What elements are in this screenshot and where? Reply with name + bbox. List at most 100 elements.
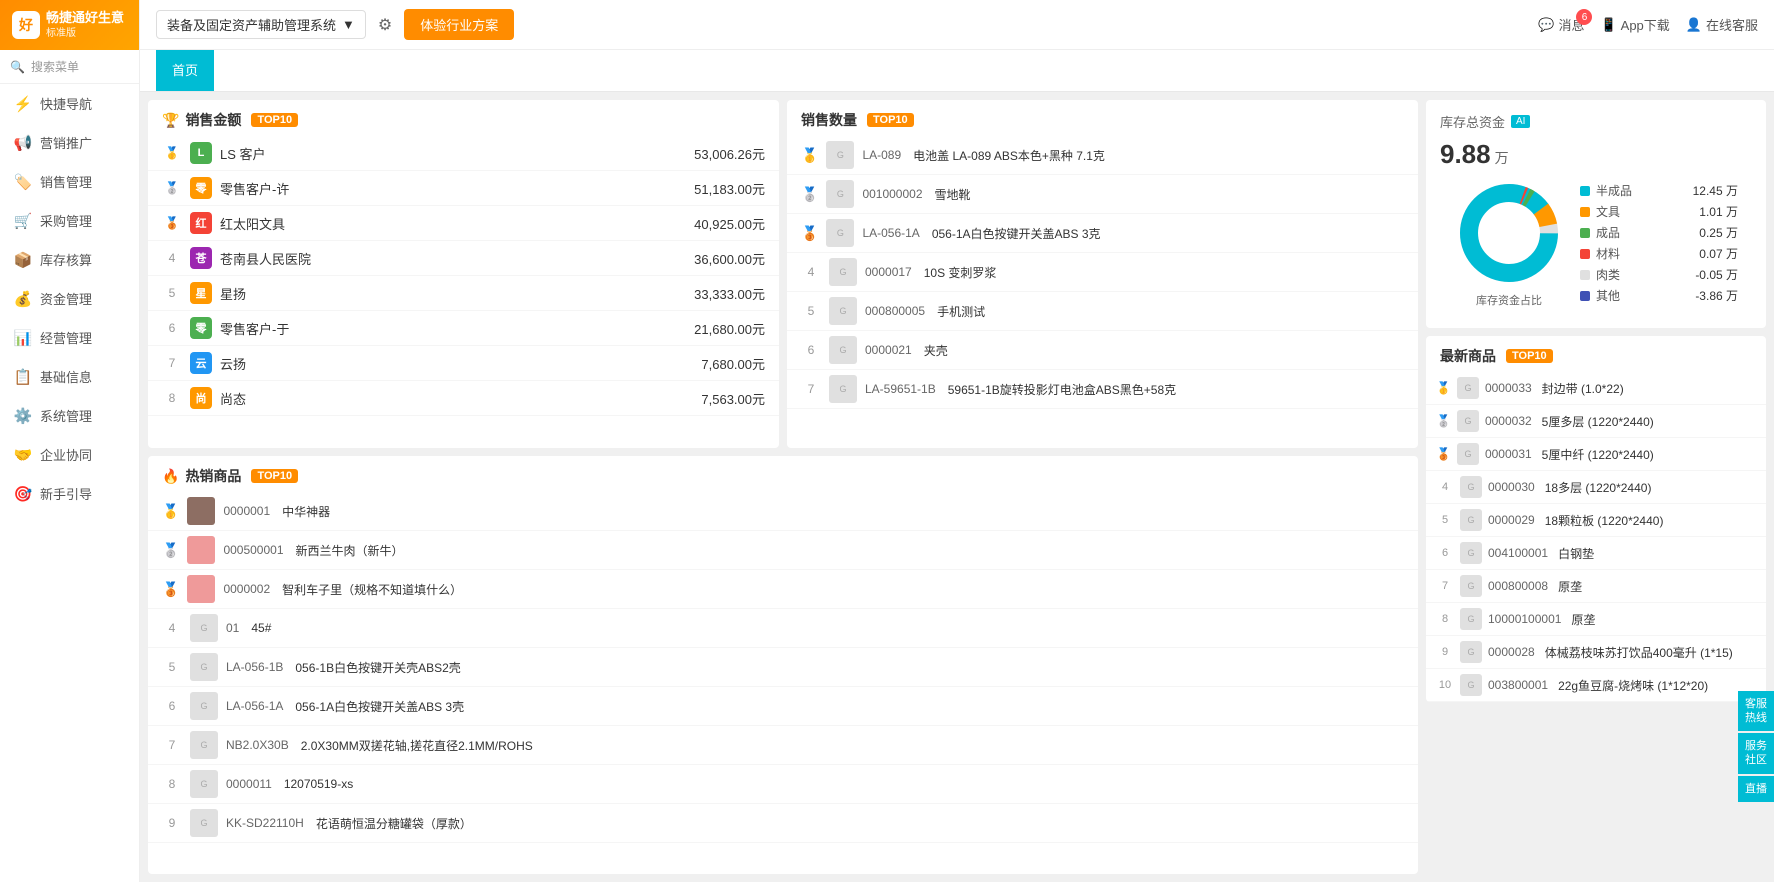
sales-ranking-row: 6 零 零售客户-于 21,680.00元 [148,311,779,346]
rank-number: 4 [1436,481,1454,493]
system-icon: ⚙️ [14,407,32,425]
legend-item: 其他 -3.86 万 [1580,287,1738,304]
hot-products-badge: TOP10 [251,469,298,483]
search-menu-item[interactable]: 🔍 搜索菜单 [0,50,139,84]
sidebar-item-label: 基础信息 [40,367,92,386]
sidebar-item-label: 营销推广 [40,133,92,152]
sales-ranking-row: 5 星 星扬 33,333.00元 [148,276,779,311]
legend-value: 0.07 万 [1699,245,1738,262]
sidebar-item-shortcut[interactable]: ⚡ 快捷导航 [0,84,139,123]
product-code: NB2.0X30B [226,738,289,752]
hot-product-row: 8 G 0000011 12070519-xs [148,765,1418,804]
sidebar-item-label: 企业协同 [40,445,92,464]
legend-name: 肉类 [1596,266,1689,283]
product-code: 000800008 [1488,579,1548,593]
rank-number: 5 [162,660,182,674]
legend-item: 半成品 12.45 万 [1580,182,1738,199]
img-placeholder: G [839,306,846,316]
product-name: 18颗粒板 (1220*2440) [1545,512,1664,529]
online-service-button[interactable]: 👤 在线客服 [1686,15,1758,34]
top-sold-row: 5 G 000800005 手机测试 [787,292,1418,331]
inventory-card: 库存总资金 AI 9.88 万 [1426,100,1766,328]
rank-number: 7 [801,382,821,396]
rank-number: 4 [162,621,182,635]
sidebar-item-basicinfo[interactable]: 📋 基础信息 [0,357,139,396]
legend-name: 文具 [1596,203,1693,220]
sidebar-item-system[interactable]: ⚙️ 系统管理 [0,396,139,435]
product-code: 000500001 [223,543,283,557]
hot-product-row: 🥇 0000001 中华神器 [148,492,1418,531]
product-img: G [829,375,857,403]
product-img: G [1460,509,1482,531]
rank-amount: 21,680.00元 [694,319,765,338]
inventory-amount: 9.88 万 [1440,139,1752,170]
sidebar-item-label: 资金管理 [40,289,92,308]
mobile-icon: 📱 [1600,17,1616,33]
message-badge: 6 [1576,9,1592,25]
sidebar-item-guide[interactable]: 🎯 新手引导 [0,474,139,513]
inventory-amount-value: 9.88 [1440,139,1491,170]
app-download-button[interactable]: 📱 App下载 [1600,15,1669,34]
sales-icon: 🏷️ [14,173,32,191]
product-img: G [829,258,857,286]
hot-products-header: 🔥 热销商品 TOP10 [148,456,1418,492]
top-sold-row: 7 G LA-59651-1B 59651-1B旋转投影灯电池盒ABS黑色+58… [787,370,1418,409]
sidebar-item-label: 库存核算 [40,250,92,269]
product-code: 0000017 [865,265,912,279]
sidebar-item-label: 快捷导航 [40,94,92,113]
product-code: 0000032 [1485,414,1532,428]
product-code: 0000030 [1488,480,1535,494]
sidebar-item-marketing[interactable]: 📢 营销推广 [0,123,139,162]
sidebar-item-finance[interactable]: 💰 资金管理 [0,279,139,318]
product-name: 056-1B白色按键开关壳ABS2壳 [295,659,1404,676]
rank-avatar: 苍 [190,247,212,269]
inventory-legend: 半成品 12.45 万 文具 1.01 万 成品 0.25 万 材料 0.07 … [1580,182,1738,304]
sidebar-item-cooperation[interactable]: 🤝 企业协同 [0,435,139,474]
product-img [187,497,215,525]
product-name: 夹壳 [924,342,1404,359]
customer-service-label: 客服热线 [1742,697,1770,726]
messages-button[interactable]: 💬 消息 6 [1538,15,1584,34]
tab-home[interactable]: 首页 [156,50,214,91]
sidebar-nav: ⚡ 快捷导航 📢 营销推广 🏷️ 销售管理 🛒 采购管理 📦 库存核算 💰 资金… [0,84,139,882]
rank-medal: 🥈 [162,542,179,559]
product-img: G [1457,377,1479,399]
sidebar-item-operations[interactable]: 📊 经营管理 [0,318,139,357]
top-sold-card: 销售数量 TOP10 🥇 G LA-089 电池盖 LA-089 ABS本色+黑… [787,100,1418,448]
trial-button[interactable]: 体验行业方案 [404,9,514,40]
rank-avatar: 红 [190,212,212,234]
product-name: 中华神器 [282,503,1404,520]
online-service-label: 在线客服 [1706,15,1758,34]
cooperation-icon: 🤝 [14,446,32,464]
rank-medal: 🥈 [1436,414,1451,428]
product-name: 5厘多层 (1220*2440) [1542,413,1654,430]
rank-medal: 🥈 [162,181,182,195]
customer-service-button[interactable]: 客服热线 [1738,691,1774,732]
system-selector[interactable]: 装备及固定资产辅助管理系统 ▼ [156,10,366,39]
sales-ranking-card: 🏆 销售金额 TOP10 🥇 L LS 客户 53,006.26元 🥈 零 零售… [148,100,779,448]
rank-name: 苍南县人民医院 [220,249,686,268]
product-code: 0000028 [1488,645,1535,659]
rank-number: 9 [162,816,182,830]
top-sold-row: 🥈 G 001000002 雪地靴 [787,175,1418,214]
service-community-button[interactable]: 服务社区 [1738,733,1774,774]
settings-icon[interactable]: ⚙ [378,15,392,35]
hot-products-card: 🔥 热销商品 TOP10 🥇 0000001 中华神器 🥈 000500001 … [148,456,1418,874]
product-name: 12070519-xs [284,777,1404,791]
sidebar-item-inventory[interactable]: 📦 库存核算 [0,240,139,279]
inventory-title-row: 库存总资金 AI [1440,112,1752,131]
product-name: 手机测试 [937,303,1404,320]
legend-dot [1580,270,1590,280]
rank-avatar: L [190,142,212,164]
new-product-row: 6 G 004100001 白钢垫 [1426,537,1766,570]
sidebar-item-sales[interactable]: 🏷️ 销售管理 [0,162,139,201]
product-img: G [1460,542,1482,564]
direct-button[interactable]: 直播 [1738,776,1774,802]
rank-medal: 🥇 [1436,381,1451,395]
inventory-ai-badge: AI [1511,115,1530,128]
product-img: G [829,336,857,364]
rank-name: 零售客户-许 [220,179,686,198]
rank-medal: 🥇 [801,147,818,164]
product-code: 0000031 [1485,447,1532,461]
sidebar-item-purchase[interactable]: 🛒 采购管理 [0,201,139,240]
